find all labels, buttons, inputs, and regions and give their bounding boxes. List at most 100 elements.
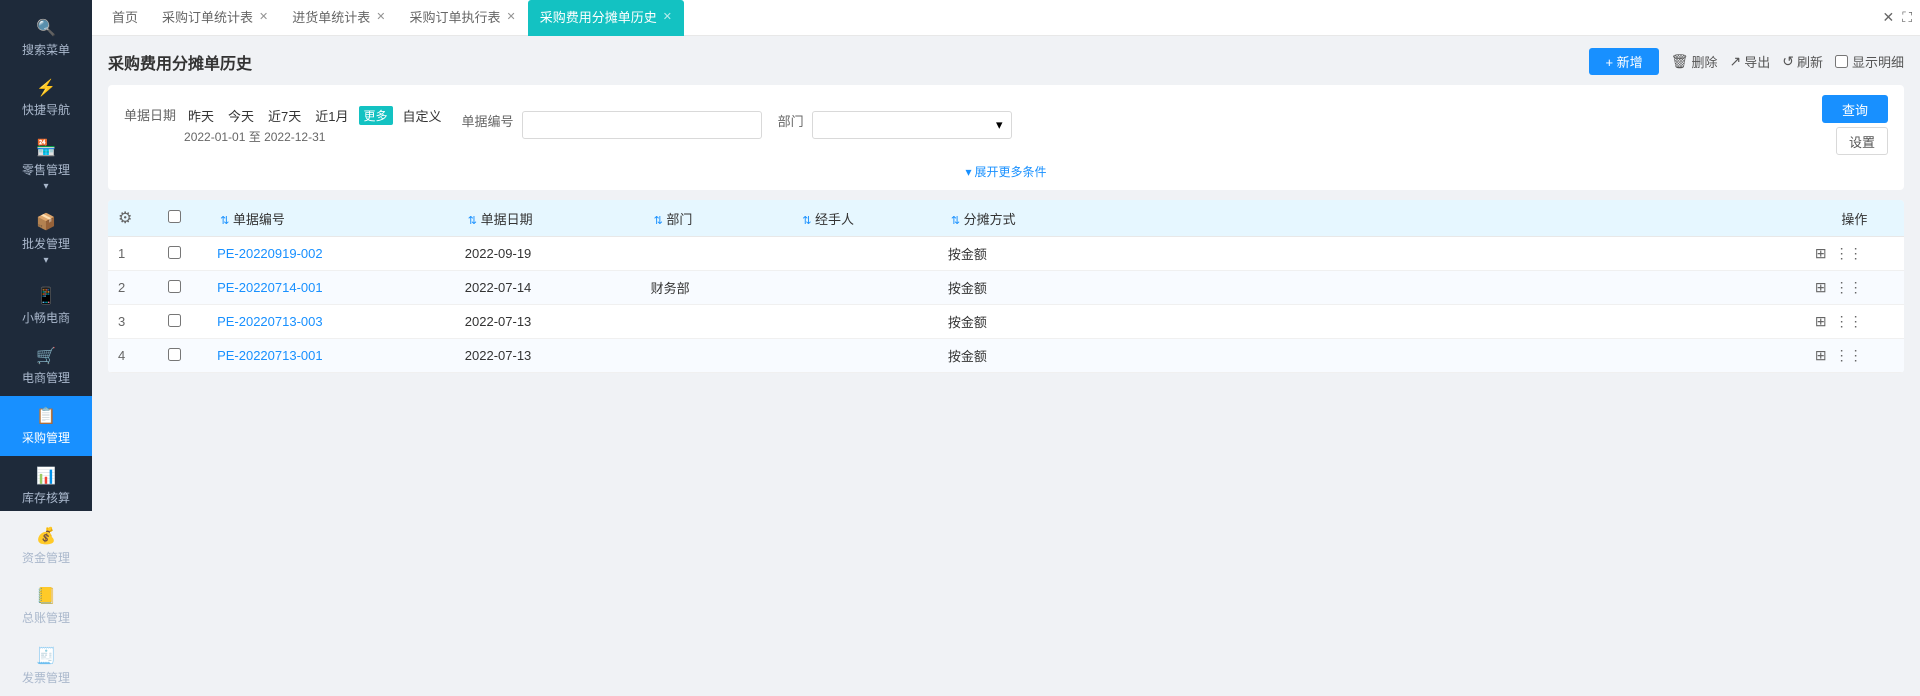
export-button[interactable]: ↗ 导出	[1729, 52, 1770, 71]
export-icon: ↗	[1729, 53, 1741, 70]
dept-select[interactable]: ▾	[812, 111, 1012, 139]
sidebar-item-wholesale[interactable]: 📦 批发管理 ▾	[0, 202, 92, 276]
maximize-icon[interactable]: ⛶	[1902, 9, 1912, 26]
select-all-checkbox[interactable]	[168, 210, 181, 223]
show-detail-checkbox[interactable]	[1835, 55, 1848, 68]
add-button[interactable]: + 新增	[1589, 48, 1658, 75]
delete-button[interactable]: 🗑 删除	[1671, 52, 1718, 71]
ecom-icon: 🛒	[36, 346, 56, 366]
table-header-row: ⚙ ⇅ 单据编号 ⇅ 单据日期 ⇅ 部门	[108, 200, 1904, 237]
sidebar-item-invoice[interactable]: 🧾 发票管理	[0, 636, 92, 696]
sidebar-item-ecom[interactable]: 🛒 电商管理	[0, 336, 92, 396]
setting-button[interactable]: 设置	[1836, 127, 1888, 155]
close-tab-inbound-stat[interactable]: ✕	[376, 10, 385, 23]
more-icon[interactable]: ⋮⋮	[1835, 279, 1863, 296]
sidebar-label-search: 搜索菜单	[22, 41, 70, 58]
toolbar: + 新增 🗑 删除 ↗ 导出 ↺ 刷新 显示明细	[1589, 48, 1904, 75]
row-doc-number[interactable]: PE-20220713-001	[207, 339, 455, 373]
row-checkbox-cell[interactable]	[158, 339, 208, 373]
row-checkbox[interactable]	[168, 280, 181, 293]
sidebar-item-mini[interactable]: 📱 小畅电商	[0, 276, 92, 336]
search-icon: 🔍	[36, 18, 56, 38]
row-checkbox[interactable]	[168, 246, 181, 259]
dept-label: 部门	[778, 111, 804, 130]
sidebar-item-purchase[interactable]: 📋 采购管理	[0, 396, 92, 456]
sidebar: 🔍 搜索菜单 ⚡ 快捷导航 🏪 零售管理 ▾ 📦 批发管理 ▾ 📱 小畅电商 🛒…	[0, 0, 92, 511]
sidebar-item-retail[interactable]: 🏪 零售管理 ▾	[0, 128, 92, 202]
th-handler[interactable]: ⇅ 经手人	[789, 200, 938, 237]
edit-icon[interactable]: ⊞	[1815, 245, 1827, 262]
edit-icon[interactable]: ⊞	[1815, 279, 1827, 296]
th-dept[interactable]: ⇅ 部门	[641, 200, 790, 237]
table-row: 1 PE-20220919-002 2022-09-19 按金额 ⊞ ⋮⋮	[108, 237, 1904, 271]
row-checkbox-cell[interactable]	[158, 271, 208, 305]
doc-number-input[interactable]	[522, 111, 762, 139]
row-doc-number[interactable]: PE-20220713-003	[207, 305, 455, 339]
more-icon[interactable]: ⋮⋮	[1835, 347, 1863, 364]
chevron-down-icon: ▾	[965, 165, 971, 179]
row-handler	[789, 339, 938, 373]
tab-home[interactable]: 首页	[100, 0, 150, 36]
row-handler	[789, 305, 938, 339]
edit-icon[interactable]: ⊞	[1815, 313, 1827, 330]
row-actions: ⊞ ⋮⋮	[1805, 339, 1904, 373]
th-doc-number[interactable]: ⇅ 单据编号	[207, 200, 455, 237]
close-all-tabs-icon[interactable]: ✕	[1882, 9, 1894, 26]
date-filter-section: 单据日期 昨天 今天 近7天 近1月 更多 自定义 2022-01-01 至 2…	[124, 105, 446, 145]
row-checkbox[interactable]	[168, 314, 181, 327]
close-tab-purchase-cost[interactable]: ✕	[663, 10, 672, 23]
date-opt-custom[interactable]: 自定义	[399, 105, 446, 126]
chevron-down-icon: ▾	[996, 117, 1003, 133]
sidebar-label-wholesale: 批发管理	[22, 235, 70, 252]
tab-purchase-cost[interactable]: 采购费用分摊单历史 ✕	[528, 0, 684, 36]
refresh-button[interactable]: ↺ 刷新	[1782, 52, 1823, 71]
tab-purchase-stat[interactable]: 采购订单统计表 ✕	[150, 0, 280, 36]
row-date: 2022-07-13	[455, 305, 641, 339]
expand-more-button[interactable]: ▾ 展开更多条件	[965, 163, 1046, 180]
sidebar-item-inventory[interactable]: 📊 库存核算	[0, 456, 92, 516]
row-doc-number[interactable]: PE-20220714-001	[207, 271, 455, 305]
sidebar-label-mini: 小畅电商	[22, 309, 70, 326]
retail-icon: 🏪	[36, 138, 56, 158]
date-opt-yesterday[interactable]: 昨天	[184, 105, 218, 126]
th-date[interactable]: ⇅ 单据日期	[455, 200, 641, 237]
th-checkbox[interactable]	[158, 200, 208, 237]
main-area: 首页 采购订单统计表 ✕ 进货单统计表 ✕ 采购订单执行表 ✕ 采购费用分摊单历…	[92, 0, 1920, 511]
tab-purchase-exec[interactable]: 采购订单执行表 ✕	[397, 0, 527, 36]
row-method: 按金额	[938, 271, 1805, 305]
query-button[interactable]: 查询	[1822, 95, 1888, 123]
inventory-icon: 📊	[36, 466, 56, 486]
close-tab-purchase-stat[interactable]: ✕	[259, 10, 268, 23]
sidebar-item-ledger[interactable]: 📒 总账管理	[0, 576, 92, 636]
sidebar-label-inventory: 库存核算	[22, 489, 70, 506]
th-settings[interactable]: ⚙	[108, 200, 158, 237]
row-checkbox[interactable]	[168, 348, 181, 361]
row-number: 2	[108, 271, 158, 305]
date-opt-1month[interactable]: 近1月	[311, 105, 352, 126]
row-checkbox-cell[interactable]	[158, 237, 208, 271]
date-opt-more[interactable]: 更多	[359, 106, 393, 125]
sidebar-label-ledger: 总账管理	[22, 609, 70, 626]
close-tab-purchase-exec[interactable]: ✕	[507, 10, 516, 23]
sidebar-item-search[interactable]: 🔍 搜索菜单	[0, 8, 92, 68]
date-opt-7days[interactable]: 近7天	[264, 105, 305, 126]
expand-row: ▾ 展开更多条件	[124, 163, 1888, 180]
filter-area: 单据日期 昨天 今天 近7天 近1月 更多 自定义 2022-01-01 至 2…	[108, 85, 1904, 190]
data-table-container: ⚙ ⇅ 单据编号 ⇅ 单据日期 ⇅ 部门	[108, 200, 1904, 373]
delete-icon: 🗑	[1671, 53, 1689, 70]
more-icon[interactable]: ⋮⋮	[1835, 313, 1863, 330]
row-number: 4	[108, 339, 158, 373]
show-detail-toggle[interactable]: 显示明细	[1835, 52, 1904, 71]
date-opt-today[interactable]: 今天	[224, 105, 258, 126]
tab-inbound-stat[interactable]: 进货单统计表 ✕	[280, 0, 397, 36]
table-row: 4 PE-20220713-001 2022-07-13 按金额 ⊞ ⋮⋮	[108, 339, 1904, 373]
sidebar-item-quick[interactable]: ⚡ 快捷导航	[0, 68, 92, 128]
row-doc-number[interactable]: PE-20220919-002	[207, 237, 455, 271]
th-method[interactable]: ⇅ 分摊方式	[938, 200, 1805, 237]
more-icon[interactable]: ⋮⋮	[1835, 245, 1863, 262]
data-table: ⚙ ⇅ 单据编号 ⇅ 单据日期 ⇅ 部门	[108, 200, 1904, 373]
doc-number-label: 单据编号	[462, 111, 514, 130]
edit-icon[interactable]: ⊞	[1815, 347, 1827, 364]
row-checkbox-cell[interactable]	[158, 305, 208, 339]
sidebar-item-finance[interactable]: 💰 资金管理	[0, 516, 92, 576]
